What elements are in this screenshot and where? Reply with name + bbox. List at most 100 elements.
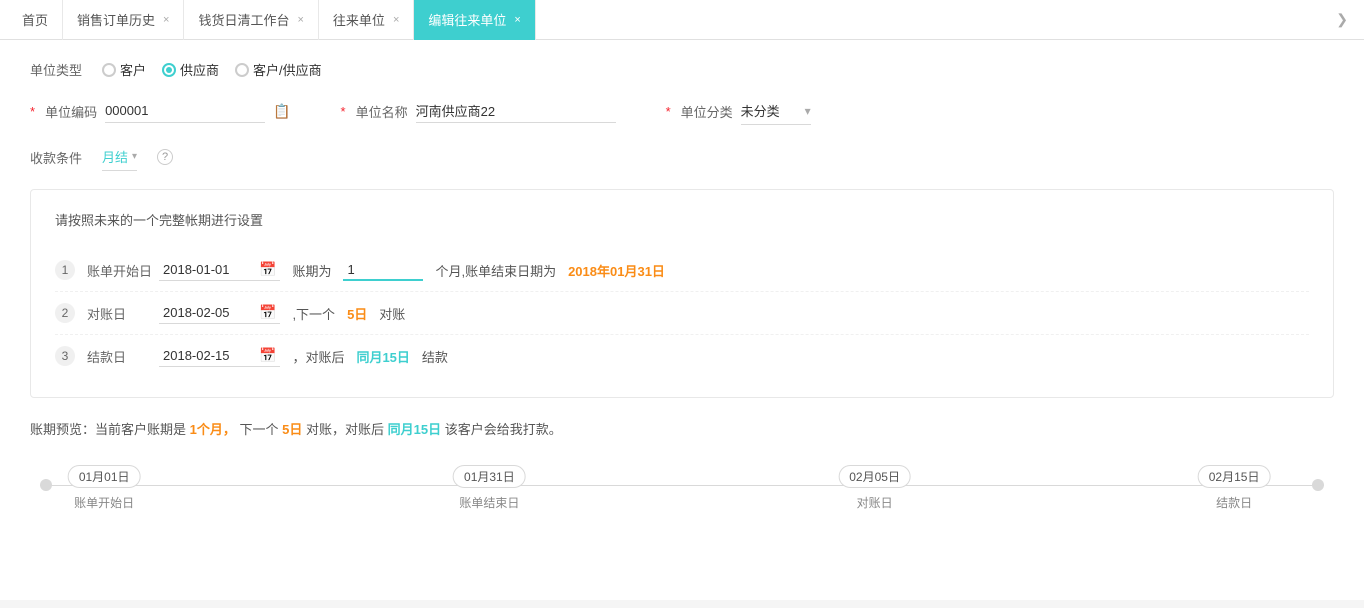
reconcile-suffix-text: 对账 [379, 304, 405, 323]
preview-payment-highlight: 同月15日 [388, 422, 441, 437]
unit-code-input[interactable] [105, 99, 265, 123]
payment-terms-chevron-icon: ▾ [132, 151, 137, 162]
timeline-point-1: 01月01日 账单开始日 [68, 465, 141, 511]
tab-sales-order-history-label: 销售订单历史 [77, 10, 155, 29]
radio-both-label: 客户/供应商 [253, 60, 322, 79]
segment-box: 请按照未来的一个完整帐期进行设置 1 账单开始日 📅 账期为 个月,账单结束日期… [30, 189, 1334, 398]
tab-edit-counterparty-label: 编辑往来单位 [428, 10, 506, 29]
unit-category-group: * 单位分类 未分类 ▾ [666, 97, 811, 125]
unit-category-label: 单位分类 [681, 102, 733, 121]
timeline-badge-1: 01月01日 [68, 465, 141, 488]
unit-code-star: * [30, 104, 35, 119]
unit-fields-row: * 单位编码 📋 * 单位名称 * 单位分类 未分类 ▾ [30, 97, 1334, 125]
segment-num-1: 1 [55, 260, 75, 280]
timeline-point-3: 02月05日 对账日 [838, 465, 911, 511]
preview-reconcile-prefix: 下一个 [240, 422, 279, 437]
timeline-badge-3: 02月05日 [838, 465, 911, 488]
tab-cash-workbench-label: 钱货日清工作台 [198, 10, 289, 29]
unit-category-chevron-icon: ▾ [805, 104, 811, 118]
preview-suffix: 该客户会给我打款。 [445, 422, 562, 437]
unit-type-label: 单位类型 [30, 60, 82, 79]
unit-code-label: 单位编码 [45, 102, 97, 121]
segment-num-3: 3 [55, 346, 75, 366]
timeline: 01月01日 账单开始日 01月31日 账单结束日 02月05日 对账日 02月… [40, 465, 1324, 535]
timeline-label-4: 结款日 [1216, 494, 1252, 511]
unit-category-value: 未分类 [741, 101, 801, 120]
preview-text: 账期预览：当前客户账期是 1个月， 下一个 5日 对账，对账后 同月15日 该客… [30, 418, 1334, 441]
unit-name-input[interactable] [416, 99, 616, 123]
tab-expand-button[interactable]: ❯ [1328, 11, 1356, 28]
period-input[interactable] [343, 260, 423, 281]
timeline-dot-left [40, 479, 52, 491]
preview-reconcile-highlight: 5日 [282, 422, 302, 437]
unit-type-radio-group: 客户 供应商 客户/供应商 [102, 60, 322, 79]
reconcile-day-highlight: 5日 [347, 304, 367, 323]
payment-date-calendar-icon[interactable]: 📅 [259, 347, 276, 364]
timeline-point-4: 02月15日 结款日 [1198, 465, 1271, 511]
end-date-highlight: 2018年01月31日 [568, 261, 665, 280]
period-unit-text: 个月,账单结束日期为 [435, 261, 556, 280]
reconcile-date-field: 📅 [159, 302, 280, 324]
tab-counterparty[interactable]: 往来单位 × [319, 0, 414, 40]
reconcile-prefix-text: ,下一个 [292, 304, 335, 323]
radio-both[interactable]: 客户/供应商 [235, 60, 322, 79]
tab-cash-workbench[interactable]: 钱货日清工作台 × [184, 0, 318, 40]
preview-reconcile-suffix: 对账，对账后 [306, 422, 384, 437]
timeline-badge-4: 02月15日 [1198, 465, 1271, 488]
unit-category-select[interactable]: 未分类 ▾ [741, 97, 811, 125]
payment-date-field: 📅 [159, 345, 280, 367]
timeline-label-2: 账单结束日 [459, 494, 519, 511]
segment-num-2: 2 [55, 303, 75, 323]
radio-supplier[interactable]: 供应商 [162, 60, 219, 79]
radio-customer-label: 客户 [120, 60, 146, 79]
payment-terms-select[interactable]: 月结 ▾ [102, 143, 137, 171]
tab-counterparty-label: 往来单位 [333, 10, 385, 29]
copy-icon[interactable]: 📋 [273, 103, 290, 120]
unit-name-star: * [341, 104, 346, 119]
radio-customer[interactable]: 客户 [102, 60, 146, 79]
timeline-point-2: 01月31日 账单结束日 [453, 465, 526, 511]
start-date-input[interactable] [163, 262, 253, 277]
payment-terms-row: 收款条件 月结 ▾ ? [30, 143, 1334, 171]
tab-bar: 首页 销售订单历史 × 钱货日清工作台 × 往来单位 × 编辑往来单位 × ❯ [0, 0, 1364, 40]
tab-counterparty-close[interactable]: × [393, 14, 399, 26]
tab-sales-order-history-close[interactable]: × [163, 14, 169, 26]
payment-date-input[interactable] [163, 348, 253, 363]
reconcile-date-input[interactable] [163, 305, 253, 320]
start-date-field: 📅 [159, 259, 280, 281]
radio-supplier-label: 供应商 [180, 60, 219, 79]
unit-type-row: 单位类型 客户 供应商 客户/供应商 [30, 60, 1334, 79]
payment-day-highlight: 同月15日 [356, 347, 409, 366]
timeline-badge-2: 01月31日 [453, 465, 526, 488]
radio-supplier-circle [162, 63, 176, 77]
tab-home-label: 首页 [22, 10, 48, 29]
radio-customer-circle [102, 63, 116, 77]
tab-edit-counterparty[interactable]: 编辑往来单位 × [414, 0, 535, 40]
tab-home[interactable]: 首页 [8, 0, 63, 40]
preview-prefix: 账期预览：当前客户账期是 [30, 422, 186, 437]
timeline-dot-right [1312, 479, 1324, 491]
segment-label-2: 对账日 [87, 304, 147, 323]
start-date-calendar-icon[interactable]: 📅 [259, 261, 276, 278]
preview-section: 账期预览：当前客户账期是 1个月， 下一个 5日 对账，对账后 同月15日 该客… [30, 418, 1334, 535]
payment-suffix-text: 结款 [422, 347, 448, 366]
main-content: 单位类型 客户 供应商 客户/供应商 * 单位编码 📋 * 单位名称 [0, 40, 1364, 600]
payment-prefix-text: ，对账后 [292, 347, 344, 366]
tab-edit-counterparty-close[interactable]: × [514, 14, 520, 26]
segment-title: 请按照未来的一个完整帐期进行设置 [55, 210, 1309, 229]
tab-cash-workbench-close[interactable]: × [297, 14, 303, 26]
radio-both-circle [235, 63, 249, 77]
segment-label-3: 结款日 [87, 347, 147, 366]
payment-terms-value: 月结 [102, 147, 128, 166]
segment-row-2: 2 对账日 📅 ,下一个 5日 对账 [55, 292, 1309, 335]
segment-label-1: 账单开始日 [87, 261, 147, 280]
segment-row-3: 3 结款日 📅 ，对账后 同月15日 结款 [55, 335, 1309, 377]
payment-terms-label: 收款条件 [30, 148, 82, 167]
unit-name-group: * 单位名称 [341, 99, 616, 123]
help-icon[interactable]: ? [157, 149, 173, 165]
tab-sales-order-history[interactable]: 销售订单历史 × [63, 0, 184, 40]
reconcile-date-calendar-icon[interactable]: 📅 [259, 304, 276, 321]
timeline-label-1: 账单开始日 [74, 494, 134, 511]
unit-category-star: * [666, 104, 671, 119]
segment-row-1: 1 账单开始日 📅 账期为 个月,账单结束日期为 2018年01月31日 [55, 249, 1309, 292]
